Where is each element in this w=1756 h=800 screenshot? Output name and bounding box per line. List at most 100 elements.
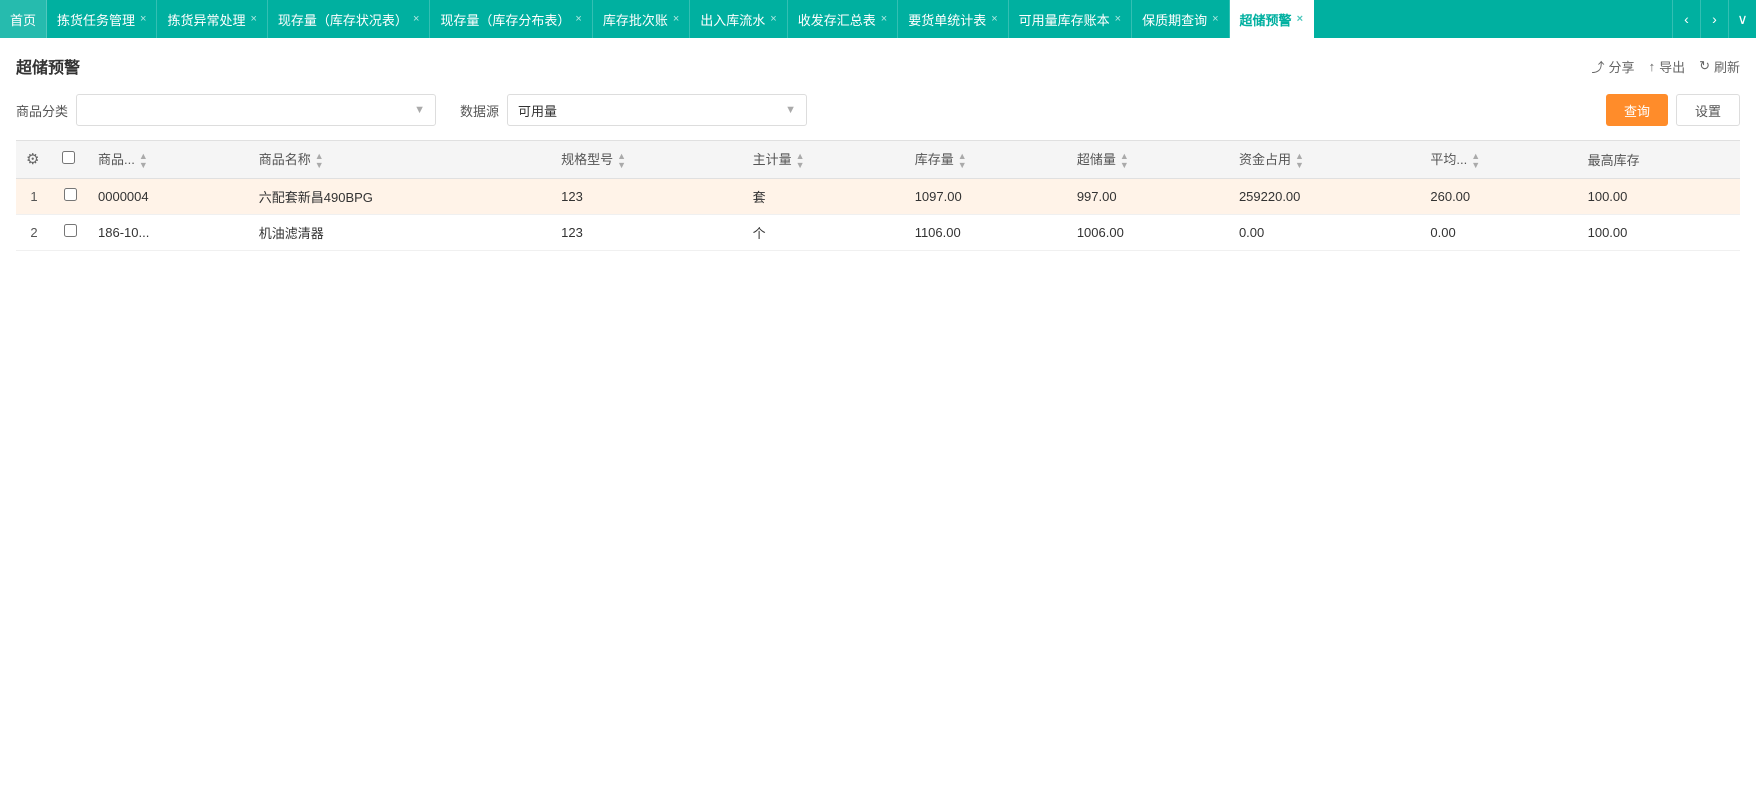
page-content: 超储预警 ⤴ 分享 ↑ 导出 ↻ 刷新 商品分类 ▼ 数据源 [0, 38, 1756, 800]
nav-item-label: 要货单统计表 [908, 10, 986, 29]
col-overstock[interactable]: 超储量▲▼ [1067, 141, 1229, 179]
refresh-button[interactable]: ↻ 刷新 [1699, 57, 1740, 76]
col-product-name[interactable]: 商品名称▲▼ [249, 141, 551, 179]
cell-spec: 123 [551, 178, 742, 214]
table-row: 1 0000004 六配套新昌490BPG 123 套 1097.00 997.… [16, 178, 1740, 214]
query-button[interactable]: 查询 [1606, 94, 1668, 126]
product-category-select[interactable]: ▼ [76, 94, 436, 126]
nav-item-label: 现存量（库存状况表） [278, 10, 408, 29]
export-label: 导出 [1659, 57, 1685, 76]
refresh-label: 刷新 [1714, 57, 1740, 76]
nav-item-label: 超储预警 [1240, 10, 1292, 29]
page-title: 超储预警 [16, 54, 80, 78]
nav-item-label: 拣货任务管理 [57, 10, 135, 29]
nav-arrow-more[interactable]: ∨ [1728, 0, 1756, 38]
nav-item-0[interactable]: 拣货任务管理 × [47, 0, 157, 38]
export-button[interactable]: ↑ 导出 [1649, 57, 1686, 76]
share-button[interactable]: ⤴ 分享 [1592, 57, 1635, 76]
row-checkbox[interactable] [52, 214, 88, 250]
cell-product-name: 六配套新昌490BPG [249, 178, 551, 214]
nav-home[interactable]: 首页 [0, 0, 47, 38]
nav-item-close[interactable]: × [991, 13, 997, 25]
row-select-checkbox[interactable] [64, 224, 77, 237]
row-select-checkbox[interactable] [64, 188, 77, 201]
nav-item-3[interactable]: 现存量（库存分布表）× [430, 0, 592, 38]
col-stock[interactable]: 库存量▲▼ [905, 141, 1067, 179]
col-avg[interactable]: 平均...▲▼ [1420, 141, 1577, 179]
cell-stock: 1106.00 [905, 214, 1067, 250]
nav-item-close[interactable]: × [881, 13, 887, 25]
share-icon: ⤴ [1592, 57, 1605, 76]
cell-unit: 套 [743, 178, 905, 214]
cell-overstock: 997.00 [1067, 178, 1229, 214]
nav-item-close[interactable]: × [140, 13, 146, 25]
cell-product-code: 186-10... [88, 214, 249, 250]
cell-avg: 0.00 [1420, 214, 1577, 250]
nav-item-10[interactable]: 超储预警 × [1230, 0, 1314, 38]
col-capital[interactable]: 资金占用▲▼ [1229, 141, 1420, 179]
data-source-select[interactable]: 可用量 ▼ [507, 94, 807, 126]
nav-item-close[interactable]: × [575, 13, 581, 25]
cell-max-stock: 100.00 [1578, 214, 1740, 250]
cell-avg: 260.00 [1420, 178, 1577, 214]
nav-item-close[interactable]: × [1212, 13, 1218, 25]
data-source-arrow: ▼ [785, 104, 796, 116]
col-product-code[interactable]: 商品...▲▼ [88, 141, 249, 179]
cell-spec: 123 [551, 214, 742, 250]
cell-unit: 个 [743, 214, 905, 250]
header-actions: ⤴ 分享 ↑ 导出 ↻ 刷新 [1592, 57, 1740, 76]
nav-item-label: 收发存汇总表 [798, 10, 876, 29]
page-header: 超储预警 ⤴ 分享 ↑ 导出 ↻ 刷新 [16, 54, 1740, 78]
sort-icon-overstock: ▲▼ [1120, 152, 1129, 170]
product-category-arrow: ▼ [414, 104, 425, 116]
row-num: 2 [16, 214, 52, 250]
col-unit[interactable]: 主计量▲▼ [743, 141, 905, 179]
cell-product-name: 机油滤清器 [249, 214, 551, 250]
col-spec[interactable]: 规格型号▲▼ [551, 141, 742, 179]
export-icon: ↑ [1649, 59, 1656, 74]
sort-icon-product-name: ▲▼ [315, 152, 324, 170]
nav-arrow-left[interactable]: ‹ [1672, 0, 1700, 38]
cell-product-code: 0000004 [88, 178, 249, 214]
data-source-label: 数据源 [460, 101, 499, 120]
nav-item-7[interactable]: 要货单统计表 × [898, 0, 1008, 38]
nav-item-9[interactable]: 保质期查询 × [1132, 0, 1229, 38]
settings-button[interactable]: 设置 [1676, 94, 1740, 126]
filter-row: 商品分类 ▼ 数据源 可用量 ▼ 查询 设置 [16, 94, 1740, 126]
nav-item-6[interactable]: 收发存汇总表 × [788, 0, 898, 38]
nav-item-2[interactable]: 现存量（库存状况表） × [268, 0, 430, 38]
table-row: 2 186-10... 机油滤清器 123 个 1106.00 1006.00 … [16, 214, 1740, 250]
row-checkbox[interactable] [52, 178, 88, 214]
action-buttons: 查询 设置 [1606, 94, 1740, 126]
nav-item-label: 保质期查询 [1142, 10, 1207, 29]
data-source-value: 可用量 [518, 101, 557, 120]
nav-item-close[interactable]: × [1297, 13, 1303, 25]
nav-item-5[interactable]: 出入库流水 × [690, 0, 787, 38]
sort-icon-spec: ▲▼ [617, 152, 626, 170]
nav-item-label: 可用量库存账本 [1019, 10, 1110, 29]
settings-col-icon[interactable]: ⚙ [26, 151, 39, 168]
nav-arrow-right[interactable]: › [1700, 0, 1728, 38]
cell-stock: 1097.00 [905, 178, 1067, 214]
cell-capital: 259220.00 [1229, 178, 1420, 214]
nav-item-1[interactable]: 拣货异常处理 × [157, 0, 267, 38]
nav-item-close[interactable]: × [250, 13, 256, 25]
select-all-checkbox[interactable] [62, 151, 75, 164]
cell-capital: 0.00 [1229, 214, 1420, 250]
nav-item-close[interactable]: × [770, 13, 776, 25]
cell-max-stock: 100.00 [1578, 178, 1740, 214]
nav-item-8[interactable]: 可用量库存账本 × [1009, 0, 1132, 38]
nav-item-close[interactable]: × [1115, 13, 1121, 25]
nav-item-label: 出入库流水 [700, 10, 765, 29]
col-settings[interactable]: ⚙ [16, 141, 52, 179]
refresh-icon: ↻ [1699, 58, 1710, 74]
nav-item-close[interactable]: × [413, 13, 419, 25]
nav-item-4[interactable]: 库存批次账× [593, 0, 690, 38]
nav-arrows: ‹ › ∨ [1672, 0, 1756, 38]
row-num: 1 [16, 178, 52, 214]
share-label: 分享 [1609, 57, 1635, 76]
nav-item-close[interactable]: × [673, 13, 679, 25]
product-category-filter: 商品分类 ▼ [16, 94, 436, 126]
nav-item-label: 拣货异常处理 [167, 10, 245, 29]
sort-icon-avg: ▲▼ [1471, 152, 1480, 170]
